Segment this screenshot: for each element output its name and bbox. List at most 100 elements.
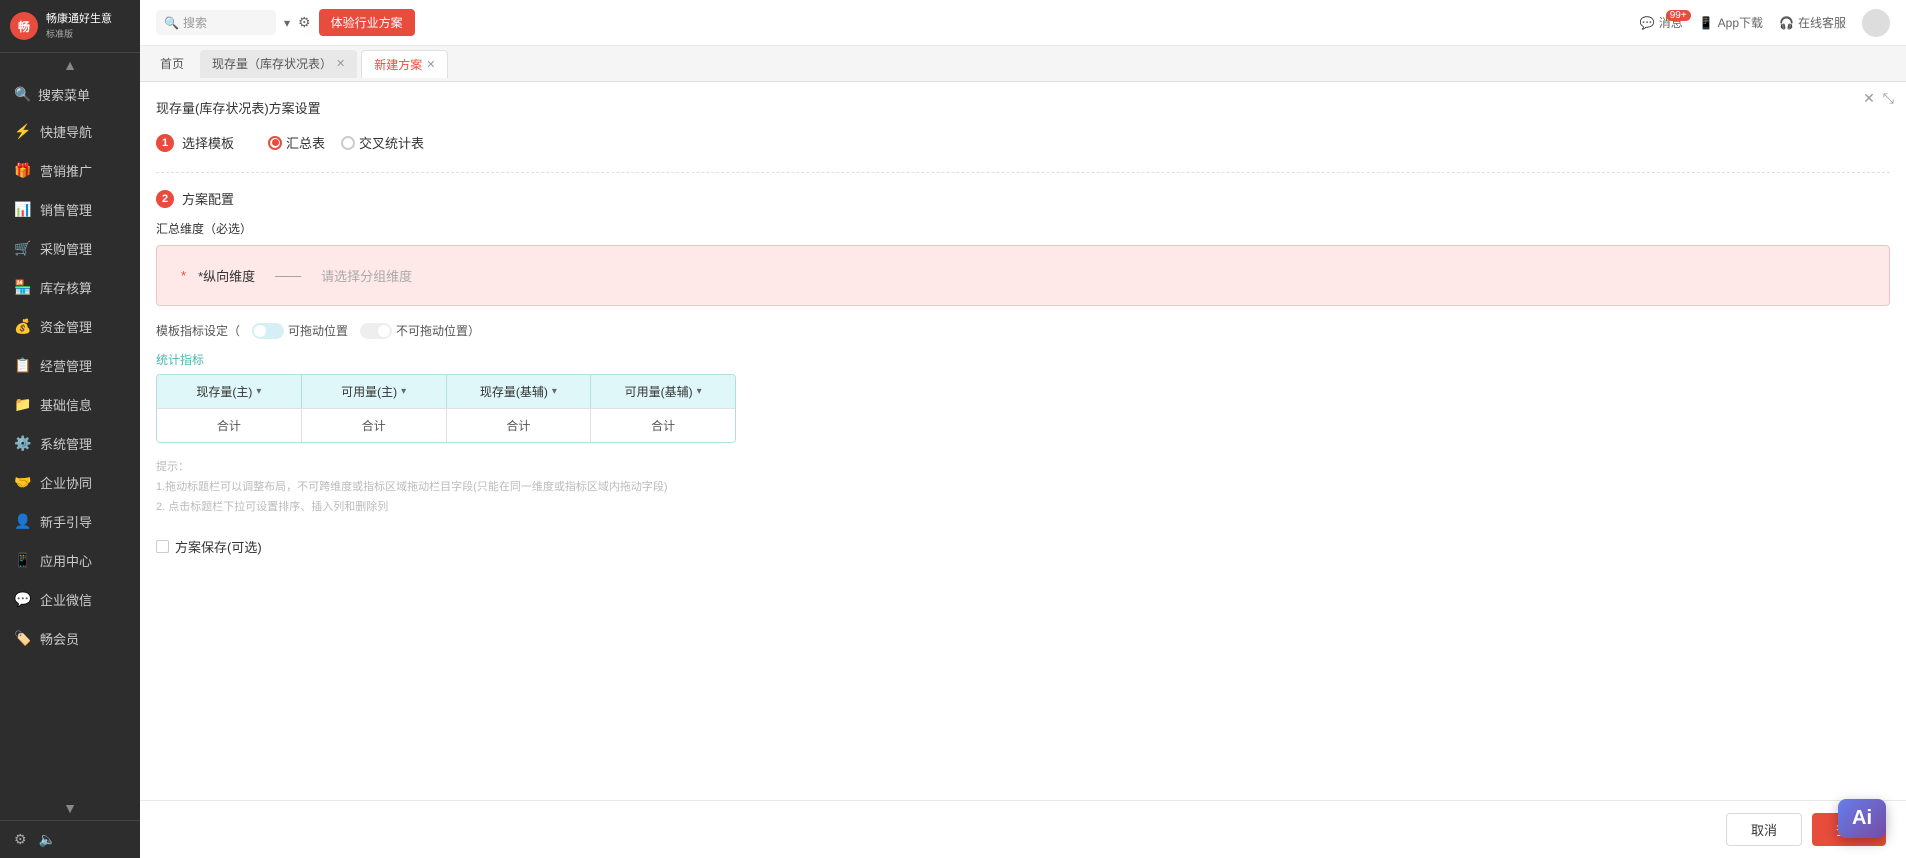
cooperation-icon: 🤝 — [14, 474, 32, 492]
indicator-setting: 模板指标设定（ 可拖动位置 不可拖动位置） — [156, 322, 1890, 339]
topbar-left: 🔍 搜索 ▾ ⚙ 体验行业方案 — [156, 9, 1630, 36]
tab-inventory-status-close[interactable]: ✕ — [336, 57, 345, 70]
save-option[interactable]: 方案保存(可选) — [156, 537, 1890, 556]
messages-button[interactable]: 💬 消息 99+ — [1640, 14, 1683, 31]
topbar: 🔍 搜索 ▾ ⚙ 体验行业方案 💬 消息 99+ 📱 App下载 🎧 在线客服 — [140, 0, 1906, 46]
app-center-icon: 📱 — [14, 552, 32, 570]
tab-home[interactable]: 首页 — [148, 50, 196, 78]
no-drag-toggle-thumb — [378, 325, 390, 337]
sidebar-footer: ⚙ 🔈 — [0, 820, 140, 858]
stats-cell-2-0: 合计 — [447, 408, 592, 442]
stats-col-header-2[interactable]: 现存量(基辅) ▾ — [447, 375, 592, 408]
operation-icon: 📋 — [14, 357, 32, 375]
sidebar-item-sales[interactable]: 📊 销售管理 — [0, 190, 140, 229]
quick-nav-icon: ⚡ — [14, 123, 32, 141]
sidebar-item-member[interactable]: 🏷️ 畅会员 — [0, 619, 140, 658]
tab-new-plan[interactable]: 新建方案 ✕ — [361, 50, 448, 78]
purchase-icon: 🛒 — [14, 240, 32, 258]
save-checkbox[interactable] — [156, 540, 169, 553]
sidebar-item-purchase[interactable]: 🛒 采购管理 — [0, 229, 140, 268]
sidebar-item-cooperation-label: 企业协同 — [40, 473, 92, 492]
ai-badge[interactable]: Ai — [1838, 799, 1886, 838]
tip1: 1.拖动标题栏可以调整布局，不可跨维度或指标区域拖动栏目字段(只能在同一维度或指… — [156, 478, 1890, 498]
dimension-dash: —— — [275, 268, 301, 283]
sidebar-item-marketing[interactable]: 🎁 营销推广 — [0, 151, 140, 190]
save-option-label: 方案保存(可选) — [175, 537, 262, 556]
sidebar-item-marketing-label: 营销推广 — [40, 161, 92, 180]
trial-button[interactable]: 体验行业方案 — [319, 9, 415, 36]
topbar-search-text: 搜索 — [183, 14, 207, 31]
tab-inventory-status[interactable]: 现存量（库存状况表） ✕ — [200, 50, 357, 78]
stats-col-label-0: 现存量(主) — [196, 383, 252, 400]
member-icon: 🏷️ — [14, 630, 32, 648]
dimension-placeholder[interactable]: 请选择分组维度 — [321, 266, 412, 285]
radio-summary[interactable]: 汇总表 — [268, 133, 325, 152]
section-template: 1 选择模板 汇总表 交叉统计表 — [156, 133, 1890, 152]
sidebar-item-quick-nav[interactable]: ⚡ 快捷导航 — [0, 112, 140, 151]
window-controls: ✕ ⤡ — [1863, 90, 1894, 107]
sidebar-item-system[interactable]: ⚙️ 系统管理 — [0, 424, 140, 463]
sidebar-item-search-label: 搜索菜单 — [38, 85, 90, 104]
drag-toggle[interactable] — [252, 323, 284, 339]
sidebar-scroll-down[interactable]: ▼ — [0, 796, 140, 820]
sidebar-item-enterprise-wx[interactable]: 💬 企业微信 — [0, 580, 140, 619]
radio-cross[interactable]: 交叉统计表 — [341, 133, 424, 152]
logo-icon: 畅 — [10, 12, 38, 40]
topbar-gear-icon[interactable]: ⚙ — [298, 14, 311, 31]
app-label: App下载 — [1718, 14, 1763, 31]
user-avatar[interactable] — [1862, 9, 1890, 37]
topbar-dropdown[interactable]: ▾ — [284, 16, 290, 30]
chevron-icon-3: ▾ — [697, 386, 702, 397]
no-drag-toggle[interactable] — [360, 323, 392, 339]
drag-indicator: 可拖动位置 — [252, 322, 348, 339]
sidebar-item-search-menu[interactable]: 🔍 搜索菜单 — [0, 77, 140, 112]
message-badge: 99+ — [1666, 10, 1691, 21]
sidebar-item-cooperation[interactable]: 🤝 企业协同 — [0, 463, 140, 502]
main-wrapper: 🔍 搜索 ▾ ⚙ 体验行业方案 💬 消息 99+ 📱 App下载 🎧 在线客服 — [140, 0, 1906, 858]
topbar-right: 💬 消息 99+ 📱 App下载 🎧 在线客服 — [1640, 9, 1890, 37]
stats-col-header-3[interactable]: 可用量(基辅) ▾ — [591, 375, 735, 408]
logo-text: 畅康通好生意 — [46, 12, 112, 26]
sidebar-item-app-center-label: 应用中心 — [40, 551, 92, 570]
settings-footer-icon[interactable]: ⚙ — [14, 831, 27, 848]
cancel-button[interactable]: 取消 — [1726, 813, 1802, 846]
stats-section-title: 统计指标 — [156, 351, 1890, 368]
app-download-button[interactable]: 📱 App下载 — [1699, 14, 1763, 31]
search-icon: 🔍 — [14, 86, 32, 104]
tabs-bar: 首页 现存量（库存状况表） ✕ 新建方案 ✕ — [140, 46, 1906, 82]
radio-summary-circle — [268, 136, 282, 150]
stats-table-row-0: 合计 合计 合计 合计 — [157, 408, 735, 442]
stats-col-header-0[interactable]: 现存量(主) ▾ — [157, 375, 302, 408]
audio-footer-icon[interactable]: 🔈 — [39, 831, 56, 848]
tab-new-plan-label: 新建方案 — [374, 56, 422, 73]
sidebar-item-finance[interactable]: 💰 资金管理 — [0, 307, 140, 346]
sidebar-item-newbie-label: 新手引导 — [40, 512, 92, 531]
dimension-row: * *纵向维度 —— 请选择分组维度 — [181, 266, 1865, 285]
tab-new-plan-close[interactable]: ✕ — [426, 58, 435, 71]
section2-header: 2 方案配置 — [156, 189, 1890, 208]
sidebar-item-operation[interactable]: 📋 经营管理 — [0, 346, 140, 385]
logo-badge: 标准版 — [46, 27, 112, 40]
stats-col-header-1[interactable]: 可用量(主) ▾ — [302, 375, 447, 408]
section1-title: 选择模板 — [182, 133, 234, 152]
sidebar-item-inventory[interactable]: 🏪 库存核算 — [0, 268, 140, 307]
topbar-dropdown-icon: ▾ — [284, 16, 290, 30]
template-radio-group: 汇总表 交叉统计表 — [268, 133, 424, 152]
dimension-required-text: * — [181, 268, 186, 283]
section-config: 2 方案配置 汇总维度（必选） * *纵向维度 —— 请选择分组维度 模板指标设… — [156, 189, 1890, 517]
sidebar-item-newbie[interactable]: 👤 新手引导 — [0, 502, 140, 541]
phone-icon: 📱 — [1699, 16, 1714, 30]
radio-cross-label: 交叉统计表 — [359, 133, 424, 152]
tab-inventory-status-label: 现存量（库存状况表） — [212, 55, 332, 72]
online-service-button[interactable]: 🎧 在线客服 — [1779, 14, 1846, 31]
sidebar-item-basic-info-label: 基础信息 — [40, 395, 92, 414]
sidebar-scroll-up[interactable]: ▲ — [0, 53, 140, 77]
sidebar-item-inventory-label: 库存核算 — [40, 278, 92, 297]
inventory-icon: 🏪 — [14, 279, 32, 297]
expand-window-icon[interactable]: ⤡ — [1883, 90, 1894, 107]
sidebar-item-basic-info[interactable]: 📁 基础信息 — [0, 385, 140, 424]
sidebar-item-app-center[interactable]: 📱 应用中心 — [0, 541, 140, 580]
close-window-icon[interactable]: ✕ — [1863, 90, 1875, 107]
topbar-search-box[interactable]: 🔍 搜索 — [156, 10, 276, 35]
section2-title: 方案配置 — [182, 189, 234, 208]
